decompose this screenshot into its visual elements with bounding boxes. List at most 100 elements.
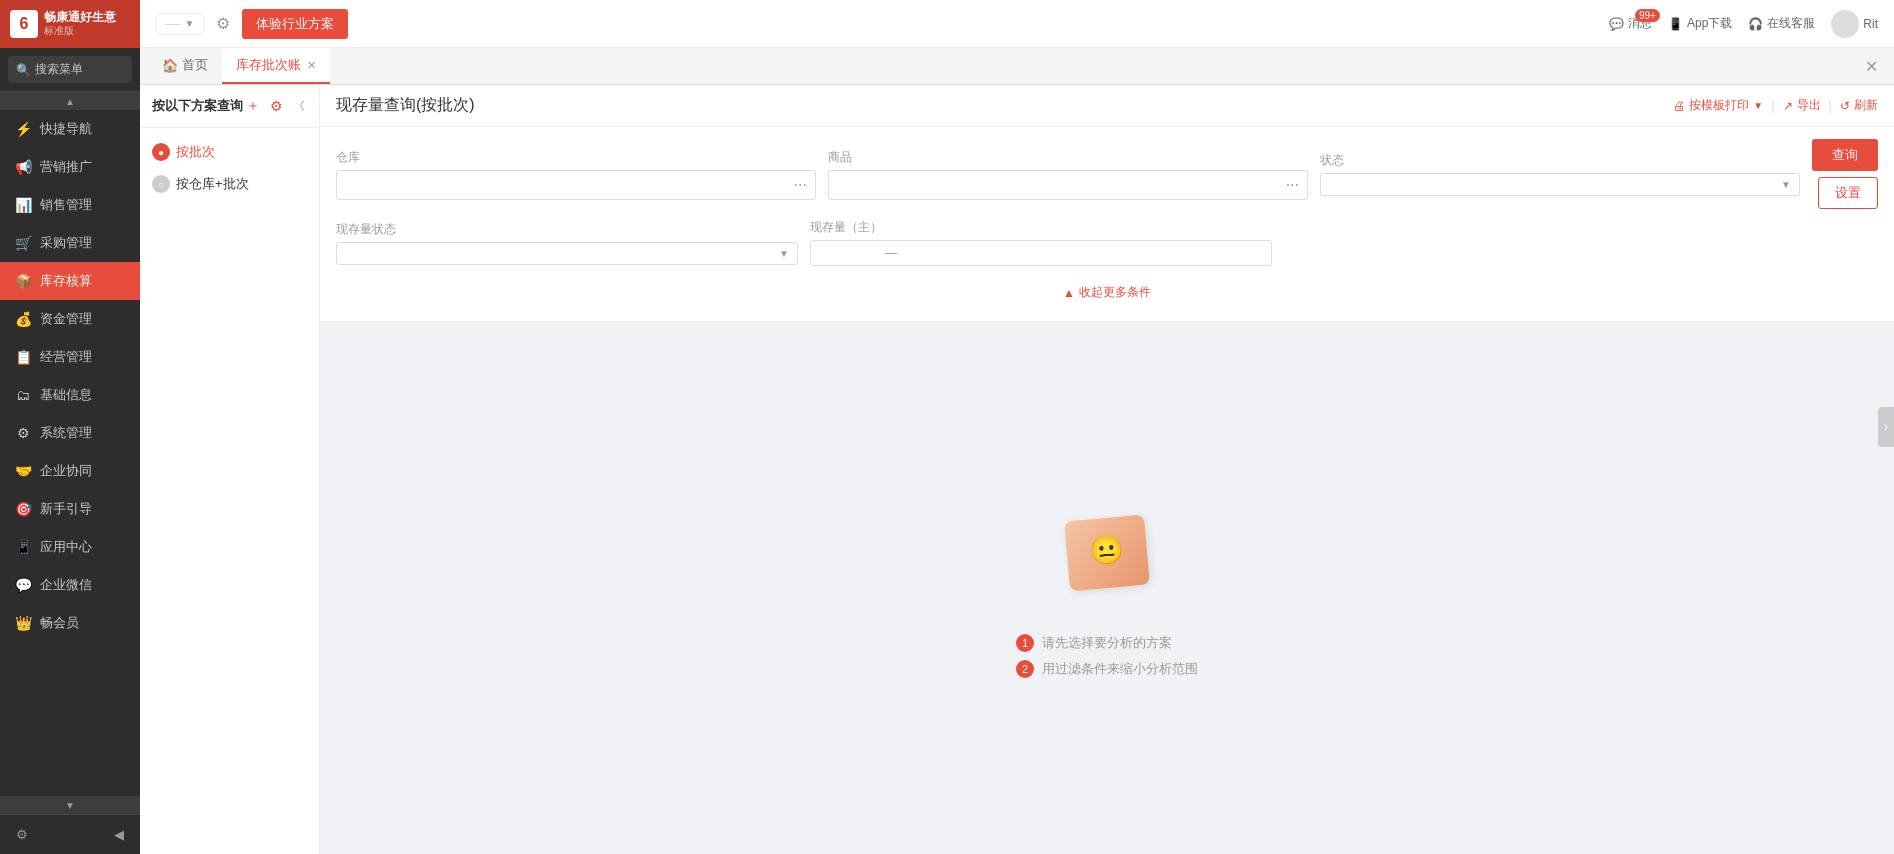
refresh-button[interactable]: ↺ 刷新 [1840,97,1878,114]
collapse-icon: ◀ [114,827,124,842]
settings-icon: ⚙ [16,827,28,842]
stock-status-label: 现存量状态 [336,221,798,238]
filter-area: 仓库 ··· 商品 ··· 状态 [320,127,1894,322]
sidebar-nav: ⚡ 快捷导航 📢 营销推广 📊 销售管理 🛒 采购管理 📦 库存核算 💰 资金管… [0,110,140,796]
sidebar-settings-button[interactable]: ⚙ [12,823,32,846]
empty-hints: 1 请先选择要分析的方案 2 用过滤条件来缩小分析范围 [1016,634,1198,678]
sidebar-item-label: 库存核算 [40,272,92,290]
export-label: 导出 [1797,97,1821,114]
empty-box-illustration [1064,515,1150,592]
scheme-item-by-batch[interactable]: ● 按批次 [140,136,319,168]
sidebar-item-label: 采购管理 [40,234,92,252]
sidebar-item-label: 畅会员 [40,614,79,632]
sidebar-item-label: 企业微信 [40,576,92,594]
user-profile[interactable]: Rit [1831,10,1878,38]
message-badge: 99+ [1635,9,1660,22]
collapse-left-icon: 《 [293,99,305,113]
sidebar-item-wechat[interactable]: 💬 企业微信 [0,566,140,604]
user-name: Rit [1863,17,1878,31]
tab-close-icon[interactable]: ✕ [307,59,316,72]
stock-main-range[interactable]: — [810,240,1272,266]
scheme-settings-button[interactable]: ⚙ [268,95,285,117]
empty-state: 1 请先选择要分析的方案 2 用过滤条件来缩小分析范围 [320,322,1894,854]
stock-status-select[interactable]: ▼ [336,242,798,265]
dropdown-placeholder: ── [165,18,181,30]
range-start-input[interactable] [819,246,879,260]
chevron-down-icon: ▼ [1781,179,1791,190]
print-template-button[interactable]: 🖨 按模板打印 ▼ [1673,97,1763,114]
sidebar-item-quick-nav[interactable]: ⚡ 快捷导航 [0,110,140,148]
sidebar-item-label: 资金管理 [40,310,92,328]
product-more-icon[interactable]: ··· [1286,176,1299,194]
inventory-icon: 📦 [14,272,32,290]
phone-icon: 📱 [1668,17,1683,31]
export-icon: ↗ [1783,99,1793,113]
collapse-panel-button[interactable]: 《 [291,95,307,117]
tab-inventory-batch[interactable]: 库存批次账 ✕ [222,48,330,84]
sidebar-item-system[interactable]: ⚙ 系统管理 [0,414,140,452]
sidebar-item-apps[interactable]: 📱 应用中心 [0,528,140,566]
sidebar-scroll-up[interactable]: ▲ [0,92,140,110]
sidebar-item-basics[interactable]: 🗂 基础信息 [0,376,140,414]
left-panel-actions: ＋ ⚙ 《 [244,95,307,117]
content-area: 按以下方案查询 ＋ ⚙ 《 ● [140,85,1894,854]
add-scheme-button[interactable]: ＋ [244,95,262,117]
operations-icon: 📋 [14,348,32,366]
status-select[interactable]: ▼ [1320,173,1800,196]
scheme-active-icon: ● [152,143,170,161]
scheme-item-label: 按仓库+批次 [176,175,249,193]
sidebar-item-operations[interactable]: 📋 经营管理 [0,338,140,376]
app-version: 标准版 [44,24,116,38]
sidebar-item-marketing[interactable]: 📢 营销推广 [0,148,140,186]
warehouse-input[interactable]: ··· [336,170,816,200]
sidebar-item-member[interactable]: 👑 畅会员 [0,604,140,642]
sidebar-scroll-down[interactable]: ▼ [0,796,140,814]
sidebar-item-inventory[interactable]: 📦 库存核算 [0,262,140,300]
sidebar-item-guide[interactable]: 🎯 新手引导 [0,490,140,528]
customer-service-action[interactable]: 🎧 在线客服 [1748,15,1815,32]
header-settings-icon[interactable]: ⚙ [212,10,234,37]
scheme-item-by-warehouse-batch[interactable]: ○ 按仓库+批次 [140,168,319,200]
app-name: 畅康通好生意 [44,10,116,24]
tab-inventory-batch-label: 库存批次账 [236,56,301,74]
collapse-more-button[interactable]: ▲ 收起更多条件 [336,276,1878,309]
gear-icon: ⚙ [270,98,283,114]
status-filter: 状态 ▼ [1320,152,1800,196]
filter-row-1: 仓库 ··· 商品 ··· 状态 [336,139,1878,209]
sidebar-collapse-button[interactable]: ◀ [110,823,128,846]
wechat-icon: 💬 [14,576,32,594]
header-dropdown[interactable]: ── ▼ [156,13,204,35]
hint-2-text: 用过滤条件来缩小分析范围 [1042,660,1198,678]
warehouse-filter-label: 仓库 [336,149,816,166]
main-area: ── ▼ ⚙ 体验行业方案 💬 消息 99+ 📱 App下载 🎧 在线客服 [140,0,1894,854]
sidebar: 6 畅康通好生意 标准版 🔍 搜索菜单 ▲ ⚡ 快捷导航 📢 营销推广 📊 销售… [0,0,140,854]
product-input[interactable]: ··· [828,170,1308,200]
settings-button[interactable]: 设置 [1818,177,1878,209]
search-menu-button[interactable]: 🔍 搜索菜单 [8,56,132,83]
tab-home[interactable]: 🏠 首页 [148,48,222,84]
export-button[interactable]: ↗ 导出 [1783,97,1821,114]
sidebar-item-sales[interactable]: 📊 销售管理 [0,186,140,224]
warehouse-more-icon[interactable]: ··· [794,176,807,194]
collapse-label: 收起更多条件 [1079,284,1151,301]
sidebar-item-purchase[interactable]: 🛒 采购管理 [0,224,140,262]
range-dash: — [885,246,897,260]
sidebar-footer: ⚙ ◀ [0,814,140,854]
sidebar-item-cooperation[interactable]: 🤝 企业协同 [0,452,140,490]
printer-icon: 🖨 [1673,99,1685,113]
sidebar-item-label: 营销推广 [40,158,92,176]
system-icon: ⚙ [14,424,32,442]
sidebar-item-finance[interactable]: 💰 资金管理 [0,300,140,338]
trial-button[interactable]: 体验行业方案 [242,9,348,39]
message-icon: 💬 [1609,17,1624,31]
marketing-icon: 📢 [14,158,32,176]
sidebar-header: 6 畅康通好生意 标准版 [0,0,140,48]
query-button[interactable]: 查询 [1812,139,1878,171]
app-download-action[interactable]: 📱 App下载 [1668,15,1732,32]
right-edge-collapse[interactable]: › [1878,407,1894,447]
tab-close-far-button[interactable]: ✕ [1857,48,1886,84]
cooperation-icon: 🤝 [14,462,32,480]
messages-action[interactable]: 💬 消息 99+ [1609,15,1652,32]
finance-icon: 💰 [14,310,32,328]
range-end-input[interactable] [903,246,963,260]
